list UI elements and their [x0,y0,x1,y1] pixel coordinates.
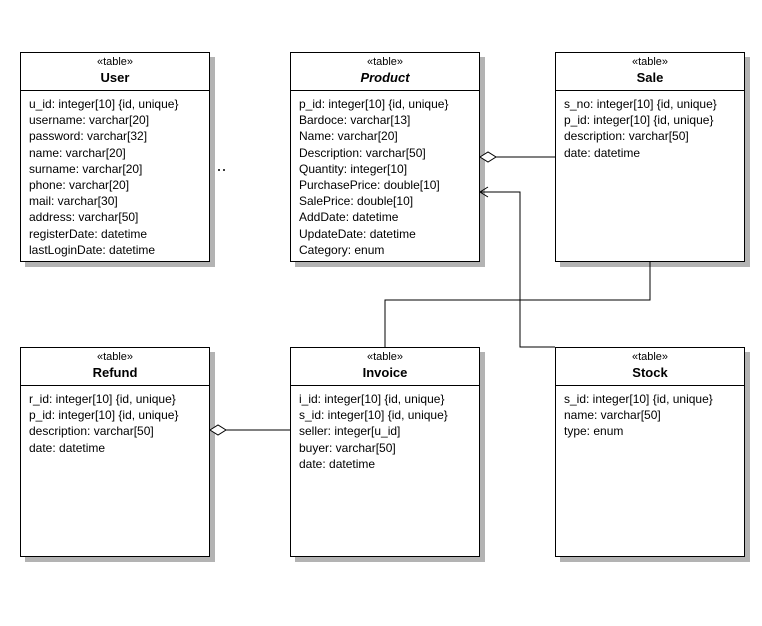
stereotype-label: «table» [297,351,473,365]
attribute-row: s_id: integer[10] {id, unique} [299,407,471,423]
attribute-row: username: varchar[20] [29,112,201,128]
attribute-row: Name: varchar[20] [299,128,471,144]
attribute-list: r_id: integer[10] {id, unique}p_id: inte… [21,386,209,556]
attribute-list: s_no: integer[10] {id, unique}p_id: inte… [556,91,744,261]
stereotype-label: «table» [27,351,203,365]
class-name: User [27,70,203,86]
stereotype-label: «table» [562,351,738,365]
attribute-row: seller: integer[u_id] [299,423,471,439]
attribute-row: Quantity: integer[10] [299,161,471,177]
attribute-row: UpdateDate: datetime [299,226,471,242]
attribute-row: surname: varchar[20] [29,161,201,177]
entity-refund: «table»Refundr_id: integer[10] {id, uniq… [20,347,210,557]
attribute-row: p_id: integer[10] {id, unique} [564,112,736,128]
entity-header: «table»Invoice [291,348,479,386]
class-name: Refund [27,365,203,381]
attribute-row: Description: varchar[50] [299,145,471,161]
attribute-row: Category: enum [299,242,471,258]
class-name: Sale [562,70,738,86]
attribute-list: i_id: integer[10] {id, unique}s_id: inte… [291,386,479,556]
entity-sale: «table»Sales_no: integer[10] {id, unique… [555,52,745,262]
entity-stock: «table»Stocks_id: integer[10] {id, uniqu… [555,347,745,557]
attribute-row: password: varchar[32] [29,128,201,144]
attribute-row: name: varchar[20] [29,145,201,161]
attribute-row: buyer: varchar[50] [299,440,471,456]
stereotype-label: «table» [562,56,738,70]
attribute-row: p_id: integer[10] {id, unique} [29,407,201,423]
attribute-row: u_id: integer[10] {id, unique} [29,96,201,112]
attribute-row: type: enum [564,423,736,439]
entity-user: «table»Useru_id: integer[10] {id, unique… [20,52,210,262]
attribute-row: address: varchar[50] [29,209,201,225]
attribute-row: AddDate: datetime [299,209,471,225]
attribute-list: p_id: integer[10] {id, unique}Bardoce: v… [291,91,479,261]
diagram-canvas: «table»Useru_id: integer[10] {id, unique… [0,0,762,626]
entity-header: «table»User [21,53,209,91]
stereotype-label: «table» [27,56,203,70]
attribute-row: registerDate: datetime [29,226,201,242]
attribute-row: date: datetime [29,440,201,456]
attribute-row: s_no: integer[10] {id, unique} [564,96,736,112]
entity-invoice: «table»Invoicei_id: integer[10] {id, uni… [290,347,480,557]
entity-header: «table»Sale [556,53,744,91]
entity-header: «table»Stock [556,348,744,386]
attribute-row: StockID: integer[10] [299,258,471,261]
attribute-row: lastLoginDate: datetime [29,242,201,258]
class-name: Product [297,70,473,86]
attribute-row: mail: varchar[30] [29,193,201,209]
class-name: Invoice [297,365,473,381]
attribute-row: phone: varchar[20] [29,177,201,193]
attribute-row: r_id: integer[10] {id, unique} [29,391,201,407]
entity-header: «table»Refund [21,348,209,386]
attribute-row: date: datetime [564,145,736,161]
attribute-row: name: varchar[50] [564,407,736,423]
attribute-row: i_id: integer[10] {id, unique} [299,391,471,407]
class-name: Stock [562,365,738,381]
attribute-row: authorityLevel: tinyint[1] [29,258,201,261]
attribute-row: PurchasePrice: double[10] [299,177,471,193]
attribute-row: SalePrice: double[10] [299,193,471,209]
attribute-row: date: datetime [299,456,471,472]
entity-header: «table»Product [291,53,479,91]
attribute-row: s_id: integer[10] {id, unique} [564,391,736,407]
attribute-list: s_id: integer[10] {id, unique}name: varc… [556,386,744,556]
attribute-row: description: varchar[50] [564,128,736,144]
attribute-row: Bardoce: varchar[13] [299,112,471,128]
attribute-row: description: varchar[50] [29,423,201,439]
entity-product: «table»Productp_id: integer[10] {id, uni… [290,52,480,262]
attribute-row: p_id: integer[10] {id, unique} [299,96,471,112]
stereotype-label: «table» [297,56,473,70]
attribute-list: u_id: integer[10] {id, unique}username: … [21,91,209,261]
